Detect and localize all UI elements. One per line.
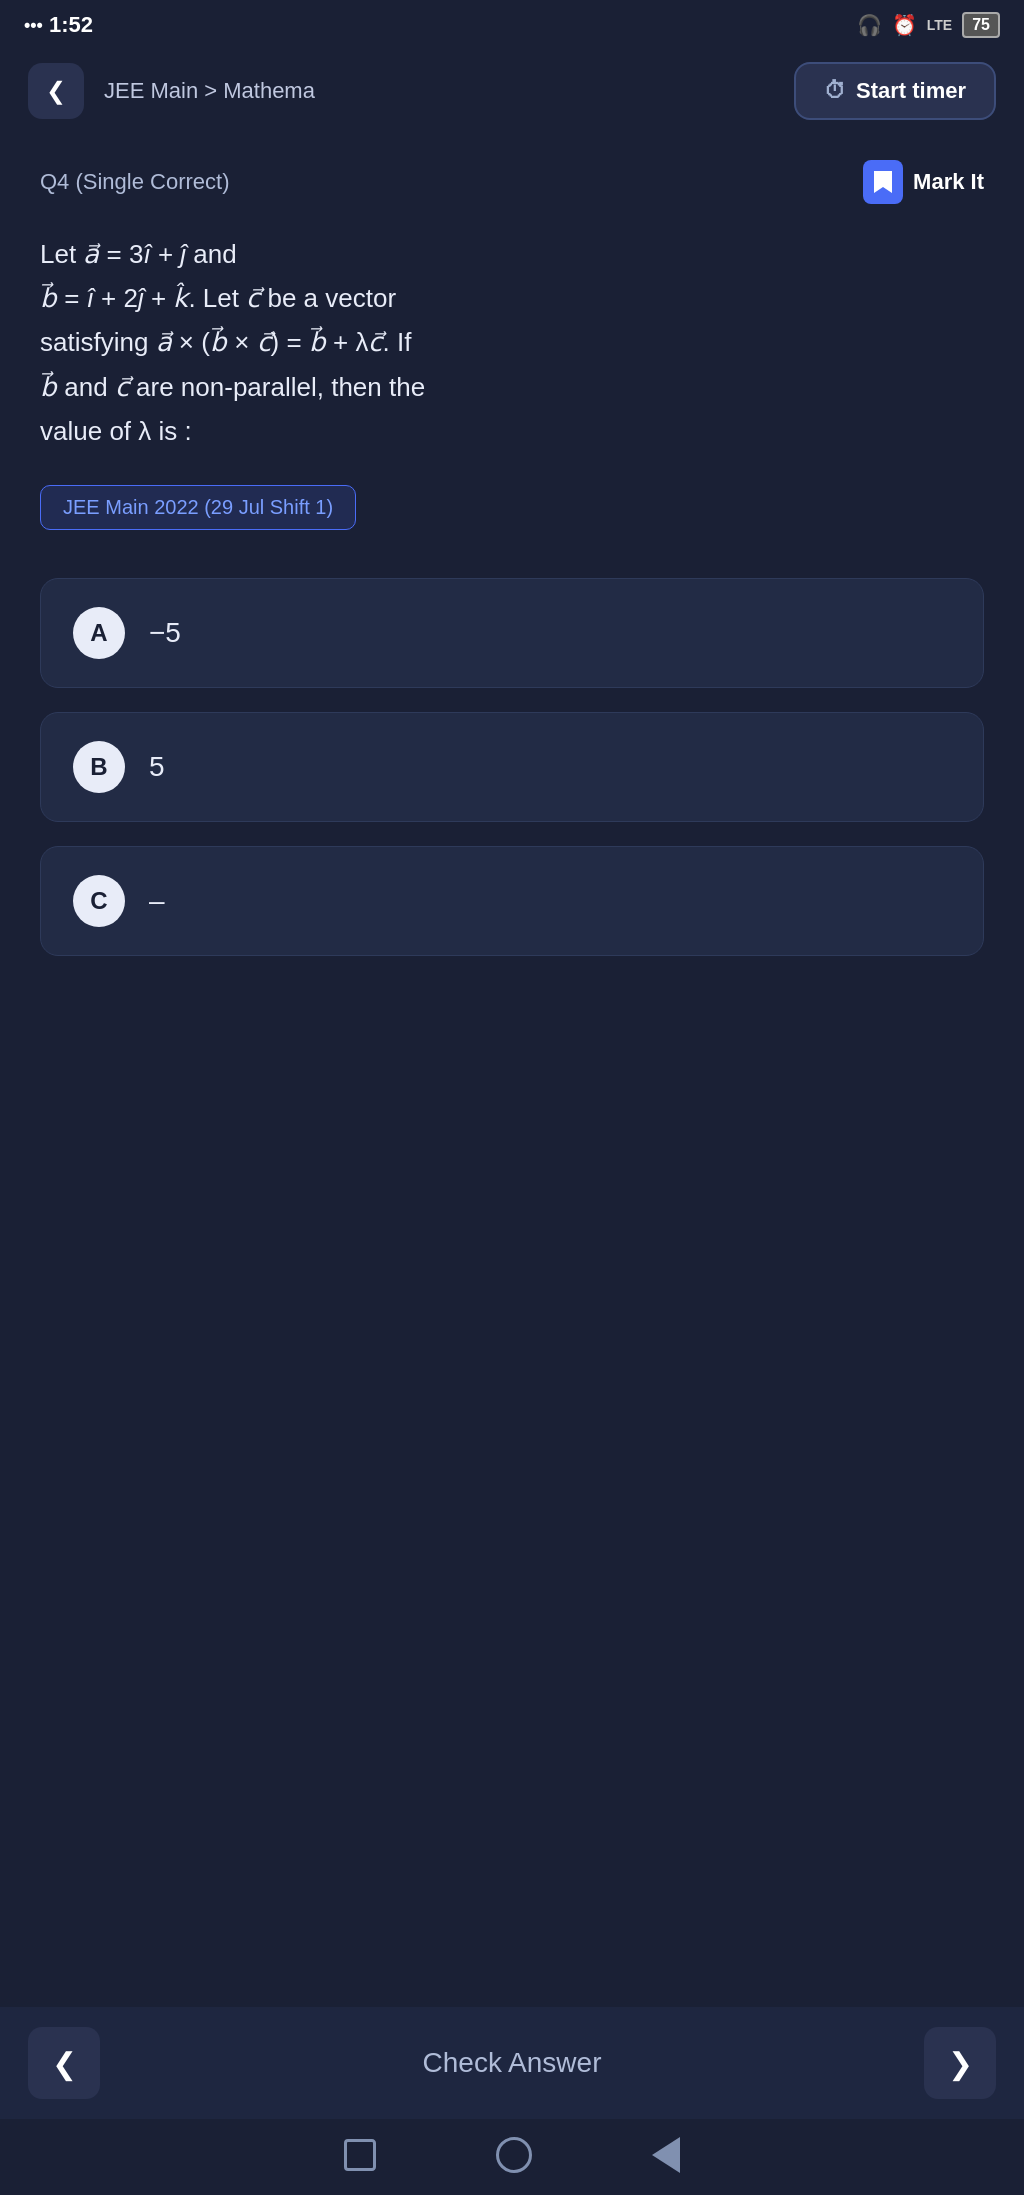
system-nav <box>0 2119 1024 2195</box>
square-icon <box>344 2139 376 2171</box>
question-line-3: satisfying a⃗ × (b⃗ × c⃗) = b⃗ + λc⃗. If <box>40 327 411 357</box>
option-c-value: – <box>149 885 165 917</box>
option-b-badge: B <box>73 741 125 793</box>
question-text: Let a⃗ = 3î + ĵ and b⃗ = î + 2ĵ + k̂. Le… <box>40 232 984 453</box>
question-label: Q4 (Single Correct) <box>40 169 230 195</box>
bottom-nav: ❮ Check Answer ❯ <box>0 2007 1024 2119</box>
nav-bar: ❮ JEE Main > Mathema ⏱ Start timer <box>0 46 1024 136</box>
mark-it-label: Mark It <box>913 169 984 195</box>
status-bar: ••• 1:52 🎧 ⏰ LTE 75 <box>0 0 1024 46</box>
status-time: 1:52 <box>49 12 93 38</box>
main-content: Q4 (Single Correct) Mark It Let a⃗ = 3î … <box>0 136 1024 2007</box>
question-line-4: b⃗ and c⃗ are non-parallel, then the <box>40 372 425 402</box>
next-icon: ❯ <box>948 2046 973 2081</box>
system-back-circle-button[interactable] <box>496 2137 532 2173</box>
option-b-value: 5 <box>149 751 165 783</box>
circle-icon <box>496 2137 532 2173</box>
back-icon: ❮ <box>46 77 66 105</box>
lte-label: LTE <box>927 17 952 33</box>
check-answer-button[interactable]: Check Answer <box>100 2047 924 2079</box>
option-a-value: −5 <box>149 617 181 649</box>
question-header: Q4 (Single Correct) Mark It <box>40 160 984 204</box>
bookmark-icon <box>863 160 903 204</box>
alarm-icon: ⏰ <box>892 13 917 37</box>
options-list: A −5 B 5 C – <box>40 578 984 956</box>
breadcrumb: JEE Main > Mathema <box>104 78 774 104</box>
option-a[interactable]: A −5 <box>40 578 984 688</box>
next-button[interactable]: ❯ <box>924 2027 996 2099</box>
source-tag[interactable]: JEE Main 2022 (29 Jul Shift 1) <box>40 485 356 530</box>
status-left: ••• 1:52 <box>24 12 93 38</box>
signal-icon: ••• <box>24 15 43 36</box>
system-home-button[interactable] <box>344 2139 376 2171</box>
option-a-badge: A <box>73 607 125 659</box>
triangle-back-icon <box>652 2137 680 2173</box>
mark-it-button[interactable]: Mark It <box>863 160 984 204</box>
question-line-5: value of λ is : <box>40 416 192 446</box>
option-c[interactable]: C – <box>40 846 984 956</box>
prev-button[interactable]: ❮ <box>28 2027 100 2099</box>
prev-icon: ❮ <box>52 2046 77 2081</box>
option-c-badge: C <box>73 875 125 927</box>
question-line-2: b⃗ = î + 2ĵ + k̂. Let c⃗ be a vector <box>40 283 396 313</box>
system-back-button[interactable] <box>652 2137 680 2173</box>
status-right: 🎧 ⏰ LTE 75 <box>857 12 1000 38</box>
start-timer-button[interactable]: ⏱ Start timer <box>794 62 996 120</box>
headphone-icon: 🎧 <box>857 13 882 37</box>
question-line-1: Let a⃗ = 3î + ĵ and <box>40 239 237 269</box>
back-button[interactable]: ❮ <box>28 63 84 119</box>
check-answer-label: Check Answer <box>423 2047 602 2078</box>
timer-label: Start timer <box>856 78 966 104</box>
option-b[interactable]: B 5 <box>40 712 984 822</box>
timer-icon: ⏱ <box>824 78 846 104</box>
battery-indicator: 75 <box>962 12 1000 38</box>
